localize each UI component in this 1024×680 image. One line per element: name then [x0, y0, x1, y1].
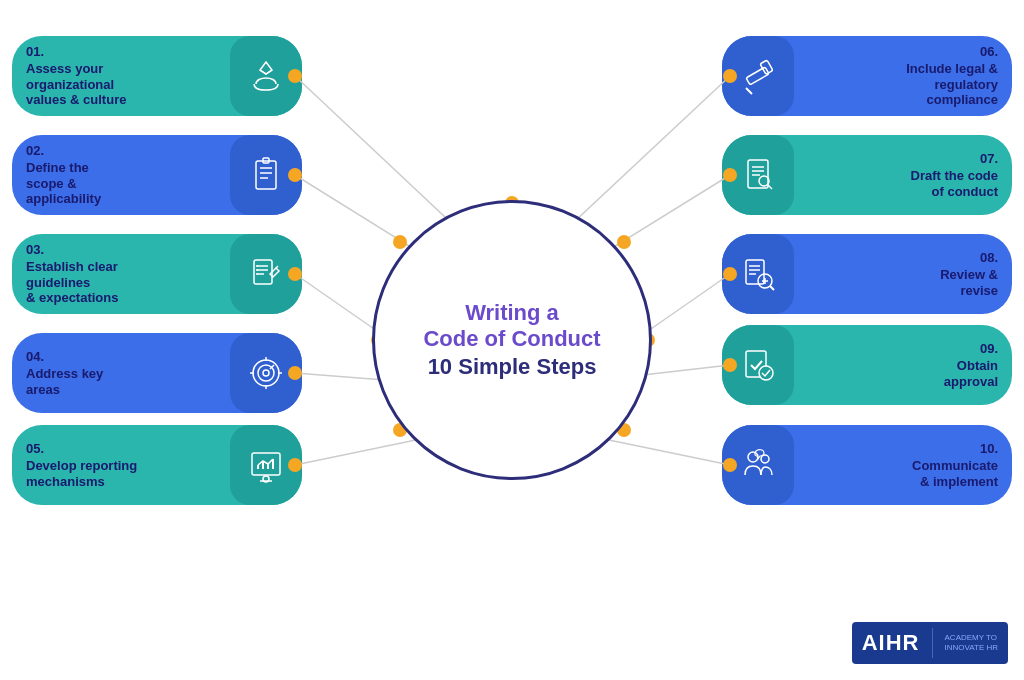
svg-point-10 [288, 69, 302, 83]
main-container: Writing a Code of Conduct 10 Simple Step… [0, 0, 1024, 680]
svg-point-15 [723, 69, 737, 83]
svg-point-14 [288, 458, 302, 472]
center-circle: Writing a Code of Conduct 10 Simple Step… [372, 200, 652, 480]
svg-point-11 [288, 168, 302, 182]
svg-point-18 [723, 358, 737, 372]
center-line2: Code of Conduct [423, 326, 600, 352]
svg-point-12 [288, 267, 302, 281]
center-line3: 10 Simple Steps [428, 354, 597, 380]
svg-point-13 [288, 366, 302, 380]
svg-point-22 [617, 235, 631, 249]
svg-point-16 [723, 168, 737, 182]
svg-point-17 [723, 267, 737, 281]
svg-point-20 [393, 235, 407, 249]
center-line1: Writing a [465, 300, 559, 326]
svg-point-19 [723, 458, 737, 472]
